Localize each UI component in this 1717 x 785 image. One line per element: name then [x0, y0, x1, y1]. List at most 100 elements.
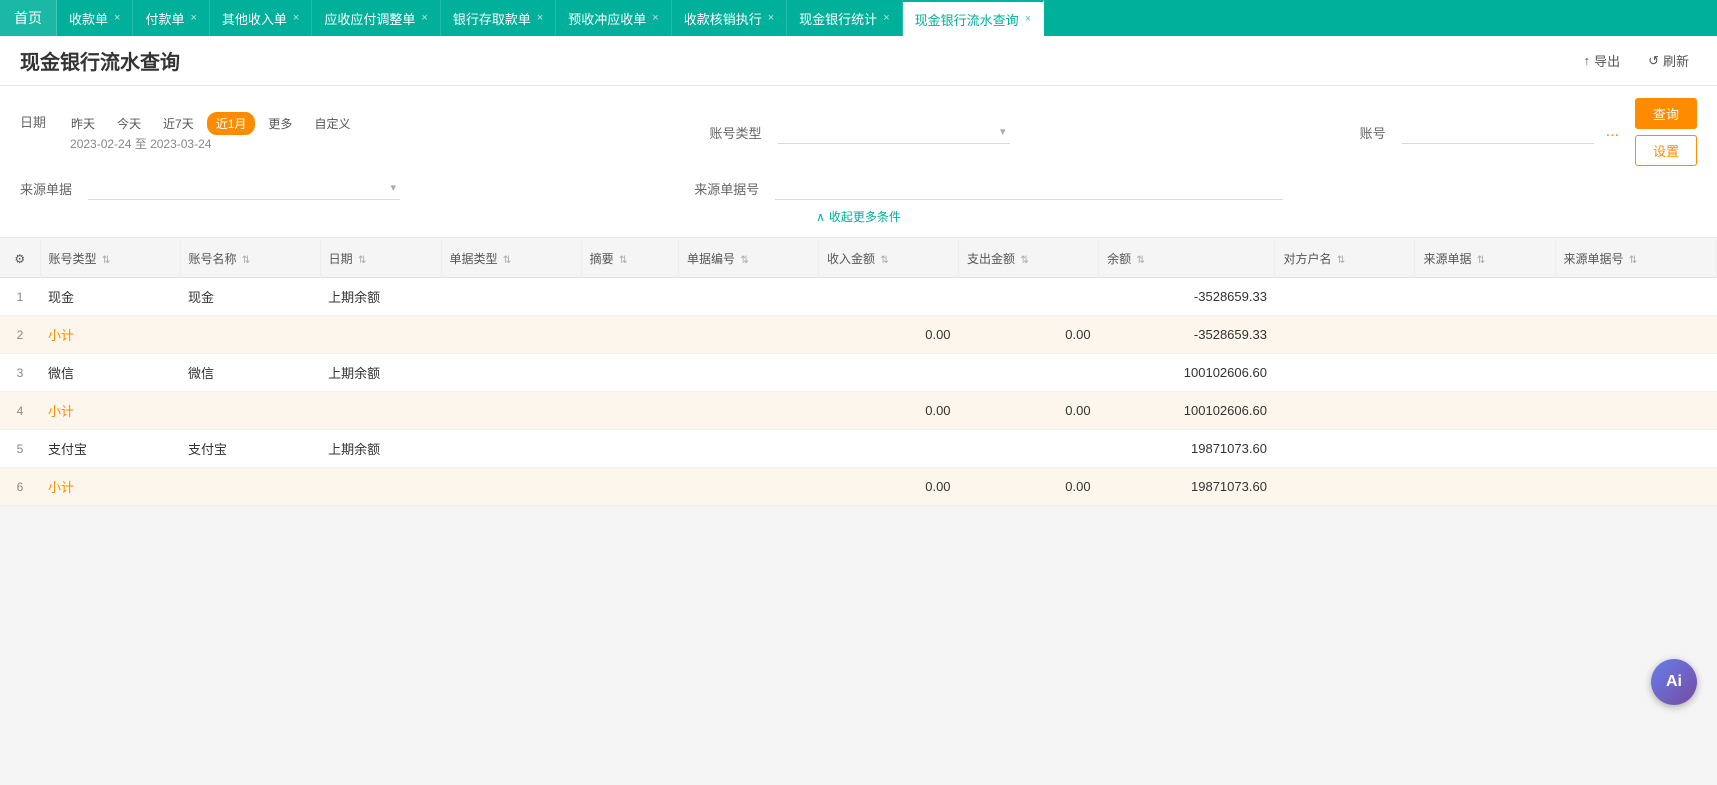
- close-icon[interactable]: ×: [114, 12, 120, 24]
- account-dots-button[interactable]: ...: [1602, 123, 1623, 141]
- date-custom[interactable]: 自定义: [305, 112, 359, 135]
- source-doc-filter: 来源单据 ▾: [20, 176, 400, 200]
- col-account-type[interactable]: 账号类型 ⇅: [40, 240, 180, 278]
- cell-counterpart: [1275, 430, 1415, 468]
- collapse-bar[interactable]: ∧ 收起更多条件: [20, 204, 1697, 229]
- cell-account-name: [180, 468, 320, 506]
- cell-source-doc: [1415, 278, 1555, 316]
- date-today[interactable]: 今天: [108, 112, 150, 135]
- close-icon[interactable]: ×: [652, 12, 658, 24]
- col-summary-label: 摘要: [590, 252, 614, 266]
- source-doc-input[interactable]: [92, 178, 390, 197]
- sort-arrows-account-name: ⇅: [242, 255, 250, 266]
- col-gear[interactable]: ⚙: [0, 240, 40, 278]
- nav-tab-xianjinyinhang-tongji[interactable]: 现金银行统计 ×: [787, 0, 902, 36]
- close-icon[interactable]: ×: [883, 12, 889, 24]
- date-options-wrap: 昨天 今天 近7天 近1月 更多 自定义 2023-02-24 至 2023-0…: [62, 112, 359, 152]
- ai-assistant-button[interactable]: Ai: [1651, 659, 1697, 705]
- dropdown-arrow-source-doc: ▾: [390, 181, 396, 194]
- cell-account-name: 微信: [180, 354, 320, 392]
- row-num: 6: [0, 468, 40, 506]
- sort-arrows-summary: ⇅: [619, 255, 627, 266]
- cell-account-type: 小计: [40, 392, 180, 430]
- col-counterpart[interactable]: 对方户名 ⇅: [1275, 240, 1415, 278]
- close-icon[interactable]: ×: [537, 12, 543, 24]
- export-button[interactable]: ↑ 导出: [1576, 47, 1629, 74]
- date-1month[interactable]: 近1月: [207, 112, 256, 135]
- cell-summary: [581, 430, 678, 468]
- date-label: 日期: [20, 112, 46, 131]
- nav-tab-shoukuandan[interactable]: 收款单 ×: [57, 0, 133, 36]
- filter-row-source: 来源单据 ▾ 来源单据号: [20, 176, 1697, 200]
- close-icon[interactable]: ×: [190, 12, 196, 24]
- col-income-label: 收入金额: [827, 252, 875, 266]
- nav-tab-qitashouruden[interactable]: 其他收入单 ×: [210, 0, 312, 36]
- col-account-name[interactable]: 账号名称 ⇅: [180, 240, 320, 278]
- cell-doc-no: [678, 354, 818, 392]
- tab-label: 收款核销执行: [684, 9, 762, 28]
- date-yesterday[interactable]: 昨天: [62, 112, 104, 135]
- cell-balance: 100102606.60: [1099, 354, 1275, 392]
- source-doc-no-input[interactable]: [779, 178, 1278, 197]
- query-button[interactable]: 查询: [1635, 98, 1697, 129]
- col-date[interactable]: 日期 ⇅: [320, 240, 441, 278]
- cell-balance: -3528659.33: [1099, 278, 1275, 316]
- date-7days[interactable]: 近7天: [154, 112, 203, 135]
- cell-doc-no: [678, 278, 818, 316]
- header-actions: ↑ 导出 ↺ 刷新: [1576, 47, 1697, 74]
- cell-expense: 0.00: [959, 392, 1099, 430]
- collapse-label: 收起更多条件: [829, 208, 901, 225]
- col-source-doc-label: 来源单据: [1423, 252, 1471, 266]
- cell-account-name: [180, 392, 320, 430]
- sort-arrows-balance: ⇅: [1136, 255, 1144, 266]
- sort-arrows-doc-no: ⇅: [740, 255, 748, 266]
- col-income[interactable]: 收入金额 ⇅: [819, 240, 959, 278]
- close-icon[interactable]: ×: [293, 12, 299, 24]
- export-icon: ↑: [1584, 53, 1591, 68]
- nav-tab-shoukuanhexiao[interactable]: 收款核销执行 ×: [672, 0, 787, 36]
- close-icon[interactable]: ×: [421, 12, 427, 24]
- nav-tab-liushui-active[interactable]: 现金银行流水查询 ×: [903, 0, 1044, 36]
- nav-tab-yingshouyingfu[interactable]: 应收应付调整单 ×: [312, 0, 440, 36]
- sort-arrows-source-doc-no: ⇅: [1629, 255, 1637, 266]
- dropdown-arrow-account-type: ▾: [1000, 125, 1006, 138]
- source-doc-select-wrap[interactable]: ▾: [88, 176, 400, 200]
- col-balance[interactable]: 余额 ⇅: [1099, 240, 1275, 278]
- col-source-doc-no[interactable]: 来源单据号 ⇅: [1555, 240, 1716, 278]
- cell-doc-type: [441, 392, 581, 430]
- source-doc-no-filter: 来源单据号: [694, 176, 1283, 200]
- page-title: 现金银行流水查询: [20, 46, 180, 75]
- cell-account-type: 现金: [40, 278, 180, 316]
- account-label: 账号: [1360, 123, 1386, 142]
- account-input[interactable]: [1406, 122, 1590, 141]
- table-row: 4小计0.000.00100102606.60: [0, 392, 1717, 430]
- nav-tab-fukuandan[interactable]: 付款单 ×: [133, 0, 209, 36]
- cell-summary: [581, 392, 678, 430]
- refresh-button[interactable]: ↺ 刷新: [1640, 47, 1697, 74]
- cell-doc-type: [441, 278, 581, 316]
- row-num: 1: [0, 278, 40, 316]
- settings-button[interactable]: 设置: [1635, 135, 1697, 166]
- date-more[interactable]: 更多: [259, 112, 301, 135]
- cell-source-doc-no: [1555, 354, 1716, 392]
- cell-income: 0.00: [819, 316, 959, 354]
- source-doc-no-input-wrap[interactable]: [775, 176, 1282, 200]
- account-type-select-wrap[interactable]: ▾: [778, 120, 1010, 144]
- data-table: ⚙ 账号类型 ⇅ 账号名称 ⇅ 日期 ⇅ 单据类型 ⇅: [0, 240, 1717, 506]
- account-input-wrap[interactable]: [1402, 120, 1594, 144]
- nav-tab-yinhangcunkuan[interactable]: 银行存取款单 ×: [441, 0, 556, 36]
- sort-arrows-date: ⇅: [358, 255, 366, 266]
- cell-expense: [959, 278, 1099, 316]
- col-doc-type[interactable]: 单据类型 ⇅: [441, 240, 581, 278]
- close-icon[interactable]: ×: [1025, 13, 1031, 25]
- col-summary[interactable]: 摘要 ⇅: [581, 240, 678, 278]
- account-type-input[interactable]: [782, 122, 1000, 141]
- close-icon[interactable]: ×: [768, 12, 774, 24]
- col-expense[interactable]: 支出金额 ⇅: [959, 240, 1099, 278]
- gear-icon[interactable]: ⚙: [14, 252, 25, 266]
- col-source-doc[interactable]: 来源单据 ⇅: [1415, 240, 1555, 278]
- col-source-doc-no-label: 来源单据号: [1564, 252, 1624, 266]
- nav-tab-yushou[interactable]: 预收冲应收单 ×: [556, 0, 671, 36]
- col-doc-no[interactable]: 单据编号 ⇅: [678, 240, 818, 278]
- nav-home[interactable]: 首页: [0, 0, 57, 36]
